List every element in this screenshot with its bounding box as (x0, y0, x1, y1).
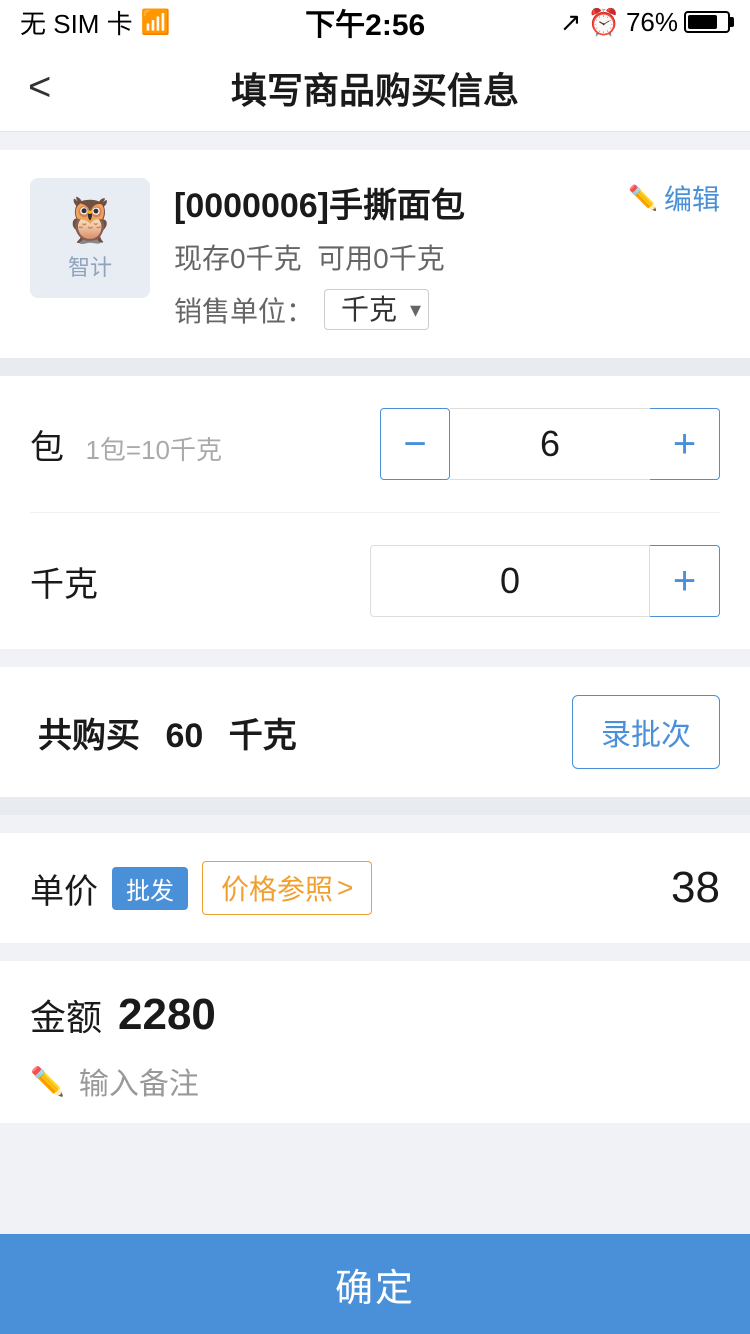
quantity-section: 包 1包=10千克 − + 千克 + (0, 376, 750, 649)
price-ref-arrow: > (337, 872, 353, 904)
total-section: 共购买 60 千克 录批次 (0, 667, 750, 797)
status-bar: 无 SIM 卡 📶 下午2:56 ↗ ⏰ 76% (0, 0, 750, 44)
qty-controls-bao: − + (380, 408, 720, 480)
price-tag: 批发 (112, 867, 188, 910)
status-right: ↗ ⏰ 76% (560, 7, 730, 38)
qty-hint-bao: 1包=10千克 (85, 435, 222, 465)
qty-input-kg[interactable] (370, 545, 650, 617)
status-time: 下午2:56 (305, 0, 425, 44)
price-value: 38 (671, 863, 720, 913)
battery-percent: 76% (626, 7, 678, 38)
amount-row: 金额 2280 (30, 989, 720, 1041)
nav-bar: < 填写商品购买信息 (0, 44, 750, 132)
qty-label-kg: 千克 (30, 557, 370, 606)
note-placeholder: 输入备注 (79, 1059, 199, 1103)
page-title: 填写商品购买信息 (231, 62, 519, 114)
amount-value: 2280 (118, 990, 216, 1040)
qty-increase-bao[interactable]: + (650, 408, 720, 480)
edit-icon: ✏️ (628, 184, 658, 213)
qty-row-kg: 千克 + (30, 513, 720, 649)
product-stock: 现存0千克 可用0千克 (174, 237, 720, 277)
note-row[interactable]: ✏️ 输入备注 (30, 1059, 720, 1103)
price-section: 单价 批发 价格参照 > 38 (0, 833, 750, 943)
wifi-icon: 📶 (141, 8, 171, 37)
price-label: 单价 (30, 864, 98, 913)
batch-button[interactable]: 录批次 (572, 695, 720, 769)
battery-icon (684, 11, 730, 33)
amount-label: 金额 (30, 989, 102, 1041)
product-thumbnail: 🦉 智计 (30, 178, 150, 298)
qty-input-bao[interactable] (450, 408, 650, 480)
unit-select[interactable]: 千克 (324, 289, 429, 330)
qty-controls-kg: + (370, 545, 720, 617)
divider-2 (0, 797, 750, 815)
product-logo-icon: 🦉 (63, 194, 118, 246)
back-button[interactable]: < (28, 65, 51, 110)
amount-section: 金额 2280 ✏️ 输入备注 (0, 961, 750, 1123)
qty-label-bao: 包 1包=10千克 (30, 420, 380, 469)
product-logo-label: 智计 (68, 250, 112, 282)
pencil-icon: ✏️ (30, 1065, 65, 1098)
confirm-button[interactable]: 确定 (335, 1257, 415, 1312)
location-icon: ↗ (560, 7, 582, 38)
total-text: 共购买 60 千克 (30, 708, 305, 757)
edit-button[interactable]: ✏️ 编辑 (628, 178, 720, 218)
unit-select-wrap[interactable]: 千克 (324, 289, 429, 330)
footer[interactable]: 确定 (0, 1234, 750, 1334)
qty-increase-kg[interactable]: + (650, 545, 720, 617)
qty-row-bao: 包 1包=10千克 − + (30, 376, 720, 513)
alarm-icon: ⏰ (588, 7, 620, 38)
divider-1 (0, 358, 750, 376)
product-card: 🦉 智计 [0000006]手撕面包 现存0千克 可用0千克 销售单位： 千克 … (0, 150, 750, 358)
price-ref-button[interactable]: 价格参照 > (202, 861, 372, 915)
edit-label: 编辑 (664, 178, 720, 218)
status-left: 无 SIM 卡 📶 (20, 4, 171, 41)
price-left: 单价 批发 价格参照 > (30, 861, 372, 915)
price-ref-label: 价格参照 (221, 868, 333, 908)
product-unit-row: 销售单位： 千克 (174, 289, 720, 330)
carrier-text: 无 SIM 卡 (20, 4, 133, 41)
qty-decrease-bao[interactable]: − (380, 408, 450, 480)
